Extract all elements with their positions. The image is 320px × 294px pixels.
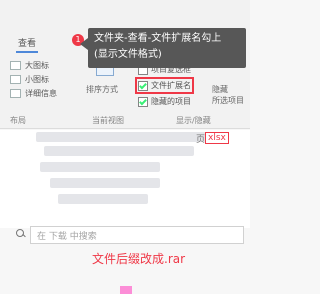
explorer-window: 查看 大图标 小图标 详细信息 布局 排序方式 当前视图 项目复选框 文件扩展名 bbox=[0, 0, 250, 294]
small-icons-icon bbox=[10, 75, 21, 84]
hide-selected-sublabel: 所选项目 bbox=[212, 96, 244, 105]
hide-selected-button[interactable]: 隐藏 所选项目 bbox=[212, 84, 244, 106]
large-icons-label: 大图标 bbox=[25, 61, 49, 70]
details-label: 详细信息 bbox=[25, 89, 57, 98]
instruction-callout: 文件夹-查看-文件扩展名勾上 (显示文件格式) bbox=[80, 28, 246, 68]
callout-line-1: 文件夹-查看-文件扩展名勾上 bbox=[94, 33, 222, 44]
search-icon bbox=[16, 229, 26, 239]
search-input[interactable]: 在 下载 中搜索 bbox=[30, 226, 244, 244]
group-current-view-label: 当前视图 bbox=[92, 116, 124, 125]
list-item[interactable] bbox=[58, 194, 148, 204]
small-icons-label: 小图标 bbox=[25, 75, 49, 84]
file-extensions-option[interactable]: 文件扩展名 bbox=[135, 77, 194, 94]
rename-instruction: 文件后缀改成.rar bbox=[92, 252, 186, 266]
tab-view[interactable]: 查看 bbox=[16, 36, 39, 53]
details-icon bbox=[10, 89, 21, 98]
large-icons-icon bbox=[10, 61, 21, 70]
hidden-items-label: 隐藏的项目 bbox=[151, 97, 191, 106]
file-list bbox=[0, 130, 250, 228]
file-extension-highlight: xlsx bbox=[205, 132, 229, 144]
file-extensions-label: 文件扩展名 bbox=[151, 81, 191, 90]
group-show-hide-label: 显示/隐藏 bbox=[176, 116, 211, 125]
list-item[interactable] bbox=[44, 146, 194, 156]
callout-line-2: (显示文件格式) bbox=[94, 49, 162, 60]
group-layout-label: 布局 bbox=[10, 116, 26, 125]
list-item[interactable] bbox=[36, 132, 206, 142]
pink-marker bbox=[120, 286, 132, 294]
hidden-items-option[interactable]: 隐藏的项目 bbox=[138, 96, 191, 107]
view-details[interactable]: 详细信息 bbox=[10, 88, 57, 99]
file-list-marker: 页 bbox=[196, 135, 206, 145]
view-small-icons[interactable]: 小图标 bbox=[10, 74, 49, 85]
file-extensions-checkbox[interactable] bbox=[138, 80, 148, 91]
list-item[interactable] bbox=[40, 162, 160, 172]
hide-selected-label: 隐藏 bbox=[212, 85, 228, 94]
list-item[interactable] bbox=[50, 178, 160, 188]
view-large-icons[interactable]: 大图标 bbox=[10, 60, 49, 71]
sort-label: 排序方式 bbox=[86, 85, 118, 94]
hidden-items-checkbox[interactable] bbox=[138, 96, 148, 107]
